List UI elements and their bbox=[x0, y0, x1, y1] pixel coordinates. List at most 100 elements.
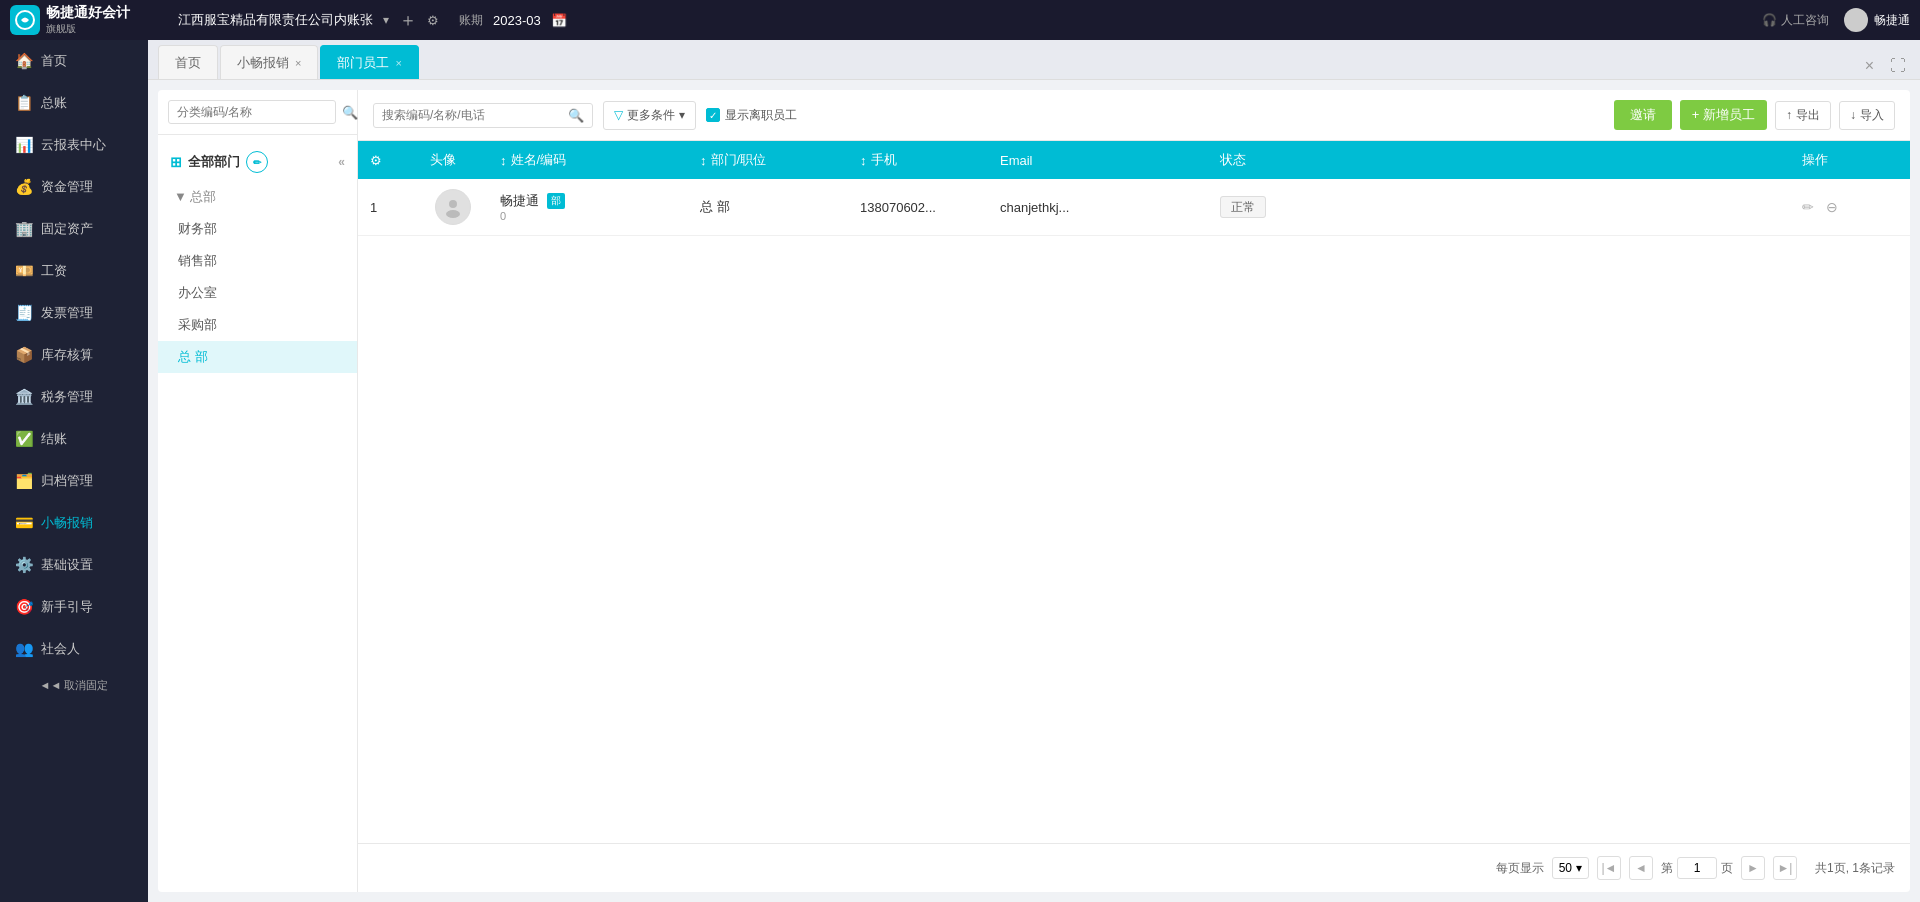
sidebar-item-payroll[interactable]: 💴 工资 bbox=[0, 250, 148, 292]
prev-page-btn[interactable]: ◄ bbox=[1629, 856, 1653, 880]
per-page-select[interactable]: 50 ▾ bbox=[1552, 857, 1589, 879]
service-btn[interactable]: 🎧 人工咨询 bbox=[1762, 12, 1829, 29]
sidebar-item-expense[interactable]: 💳 小畅报销 bbox=[0, 502, 148, 544]
export-btn[interactable]: ↑ 导出 bbox=[1775, 101, 1831, 130]
sidebar-item-reports[interactable]: 📊 云报表中心 bbox=[0, 124, 148, 166]
next-page-btn[interactable]: ► bbox=[1741, 856, 1765, 880]
dept-search-input[interactable] bbox=[168, 100, 336, 124]
add-emp-btn[interactable]: + 新增员工 bbox=[1680, 100, 1767, 130]
page-suffix: 页 bbox=[1721, 860, 1733, 877]
main-layout: 🏠 首页 📋 总账 📊 云报表中心 💰 资金管理 🏢 固定资产 💴 工资 🧾 发… bbox=[0, 40, 1920, 902]
sidebar-label-tax: 税务管理 bbox=[41, 388, 93, 406]
emp-panel: 🔍 ▽ 更多条件 ▾ ✓ 显示离职员工 邀请 bbox=[358, 90, 1910, 892]
avatar-circle bbox=[435, 189, 471, 225]
row-status: 正常 bbox=[1208, 189, 1790, 226]
dept-node-hq[interactable]: 总 部 bbox=[158, 341, 357, 373]
all-dept-header[interactable]: ⊞ 全部部门 ✏ « bbox=[158, 143, 357, 181]
page-input-wrap: 第 页 bbox=[1661, 857, 1733, 879]
tab-home-label: 首页 bbox=[175, 54, 201, 72]
logo: 畅捷通好会计 旗舰版 bbox=[10, 4, 158, 36]
row-dept: 总 部 bbox=[688, 188, 848, 226]
page-label: 第 bbox=[1661, 860, 1673, 877]
closing-icon: ✅ bbox=[15, 430, 33, 448]
company-dropdown[interactable]: ▾ bbox=[383, 13, 389, 27]
invite-btn[interactable]: 邀请 bbox=[1614, 100, 1672, 130]
assets-icon: 🏢 bbox=[15, 220, 33, 238]
dept-node-office[interactable]: 办公室 bbox=[158, 277, 357, 309]
dept-node-sales[interactable]: 销售部 bbox=[158, 245, 357, 277]
tab-expense[interactable]: 小畅报销 × bbox=[220, 45, 318, 79]
unpin-btn[interactable]: ◄◄ 取消固定 bbox=[0, 670, 148, 701]
first-page-btn[interactable]: |◄ bbox=[1597, 856, 1621, 880]
dept-parent-hq[interactable]: ▼ 总部 bbox=[158, 181, 357, 213]
tax-icon: 🏛️ bbox=[15, 388, 33, 406]
dept-node-purchase[interactable]: 采购部 bbox=[158, 309, 357, 341]
gear-icon: ⚙️ bbox=[15, 556, 33, 574]
tab-expand-icon[interactable]: ⛶ bbox=[1886, 53, 1910, 79]
sidebar-item-guide[interactable]: 🎯 新手引导 bbox=[0, 586, 148, 628]
emp-search-input[interactable] bbox=[382, 108, 562, 122]
sidebar-label-home: 首页 bbox=[41, 52, 67, 70]
import-btn[interactable]: ↓ 导入 bbox=[1839, 101, 1895, 130]
logo-icon bbox=[10, 5, 40, 35]
col-settings[interactable]: ⚙ bbox=[358, 141, 418, 179]
dept-panel: 🔍 ⊞ 全部部门 ✏ « ▼ 总部 财务部 销售部 办公室 采购部 总 部 bbox=[158, 90, 358, 892]
dept-node-finance[interactable]: 财务部 bbox=[158, 213, 357, 245]
filter-icon: ▽ bbox=[614, 108, 623, 122]
per-page-label: 每页显示 bbox=[1496, 860, 1544, 877]
sidebar-item-inventory[interactable]: 📦 库存核算 bbox=[0, 334, 148, 376]
table-header: ⚙ 头像 ↕ 姓名/编码 ↕ 部门/职位 ↕ 手机 Email 状态 bbox=[358, 141, 1910, 179]
settings-icon[interactable]: ⚙ bbox=[427, 13, 439, 28]
edit-icon[interactable]: ✏ bbox=[1802, 199, 1814, 215]
period-label: 账期 bbox=[459, 12, 483, 29]
add-company-btn[interactable]: ＋ bbox=[399, 8, 417, 32]
sidebar-item-home[interactable]: 🏠 首页 bbox=[0, 40, 148, 82]
row-phone: 138070602... bbox=[848, 190, 988, 225]
home-icon: 🏠 bbox=[15, 52, 33, 70]
show-resigned-label: 显示离职员工 bbox=[725, 107, 797, 124]
emp-search-icon[interactable]: 🔍 bbox=[568, 108, 584, 123]
invoice-icon: 🧾 bbox=[15, 304, 33, 322]
filter-label: 更多条件 bbox=[627, 107, 675, 124]
pagination: 每页显示 50 ▾ |◄ ◄ 第 页 ► ►| 共1页, 1条记录 bbox=[358, 843, 1910, 892]
sidebar-item-invoice[interactable]: 🧾 发票管理 bbox=[0, 292, 148, 334]
tab-close-icon[interactable]: × bbox=[1861, 53, 1878, 79]
import-icon: ↓ bbox=[1850, 108, 1856, 122]
collapse-btn[interactable]: « bbox=[338, 155, 345, 169]
edit-dept-icon[interactable]: ✏ bbox=[246, 151, 268, 173]
search-icon[interactable]: 🔍 bbox=[342, 105, 358, 120]
sidebar-label-settings: 基础设置 bbox=[41, 556, 93, 574]
sidebar-item-tax[interactable]: 🏛️ 税务管理 bbox=[0, 376, 148, 418]
sidebar-item-social[interactable]: 👥 社会人 bbox=[0, 628, 148, 670]
col-dept: ↕ 部门/职位 bbox=[688, 141, 848, 179]
guide-icon: 🎯 bbox=[15, 598, 33, 616]
tab-home[interactable]: 首页 bbox=[158, 45, 218, 79]
tab-dept[interactable]: 部门员工 × bbox=[320, 45, 418, 79]
sidebar-label-invoice: 发票管理 bbox=[41, 304, 93, 322]
sidebar-item-assets[interactable]: 🏢 固定资产 bbox=[0, 208, 148, 250]
checkbox: ✓ bbox=[706, 108, 720, 122]
calendar-icon[interactable]: 📅 bbox=[551, 13, 567, 28]
page-input[interactable] bbox=[1677, 857, 1717, 879]
sidebar-label-ledger: 总账 bbox=[41, 94, 67, 112]
sidebar-item-closing[interactable]: ✅ 结账 bbox=[0, 418, 148, 460]
per-page-value: 50 bbox=[1559, 861, 1572, 875]
last-page-btn[interactable]: ►| bbox=[1773, 856, 1797, 880]
grid-icon: ⊞ bbox=[170, 154, 182, 170]
topbar: 畅捷通好会计 旗舰版 江西服宝精品有限责任公司内账张 ▾ ＋ ⚙ 账期 2023… bbox=[0, 0, 1920, 40]
company-name: 江西服宝精品有限责任公司内账张 bbox=[178, 11, 373, 29]
sidebar-label-reports: 云报表中心 bbox=[41, 136, 106, 154]
sidebar-item-funds[interactable]: 💰 资金管理 bbox=[0, 166, 148, 208]
sidebar-item-ledger[interactable]: 📋 总账 bbox=[0, 82, 148, 124]
sidebar-item-settings[interactable]: ⚙️ 基础设置 bbox=[0, 544, 148, 586]
show-resigned-checkbox[interactable]: ✓ 显示离职员工 bbox=[706, 107, 797, 124]
import-label: 导入 bbox=[1860, 107, 1884, 124]
filter-btn[interactable]: ▽ 更多条件 ▾ bbox=[603, 101, 696, 130]
emp-table: ⚙ 头像 ↕ 姓名/编码 ↕ 部门/职位 ↕ 手机 Email 状态 bbox=[358, 141, 1910, 843]
tab-dept-close[interactable]: × bbox=[395, 57, 401, 69]
logout-icon[interactable]: ⊖ bbox=[1826, 199, 1838, 215]
inventory-icon: 📦 bbox=[15, 346, 33, 364]
tab-expense-close[interactable]: × bbox=[295, 57, 301, 69]
sidebar-item-archive[interactable]: 🗂️ 归档管理 bbox=[0, 460, 148, 502]
row-name: 畅捷通 部 0 bbox=[488, 182, 688, 232]
